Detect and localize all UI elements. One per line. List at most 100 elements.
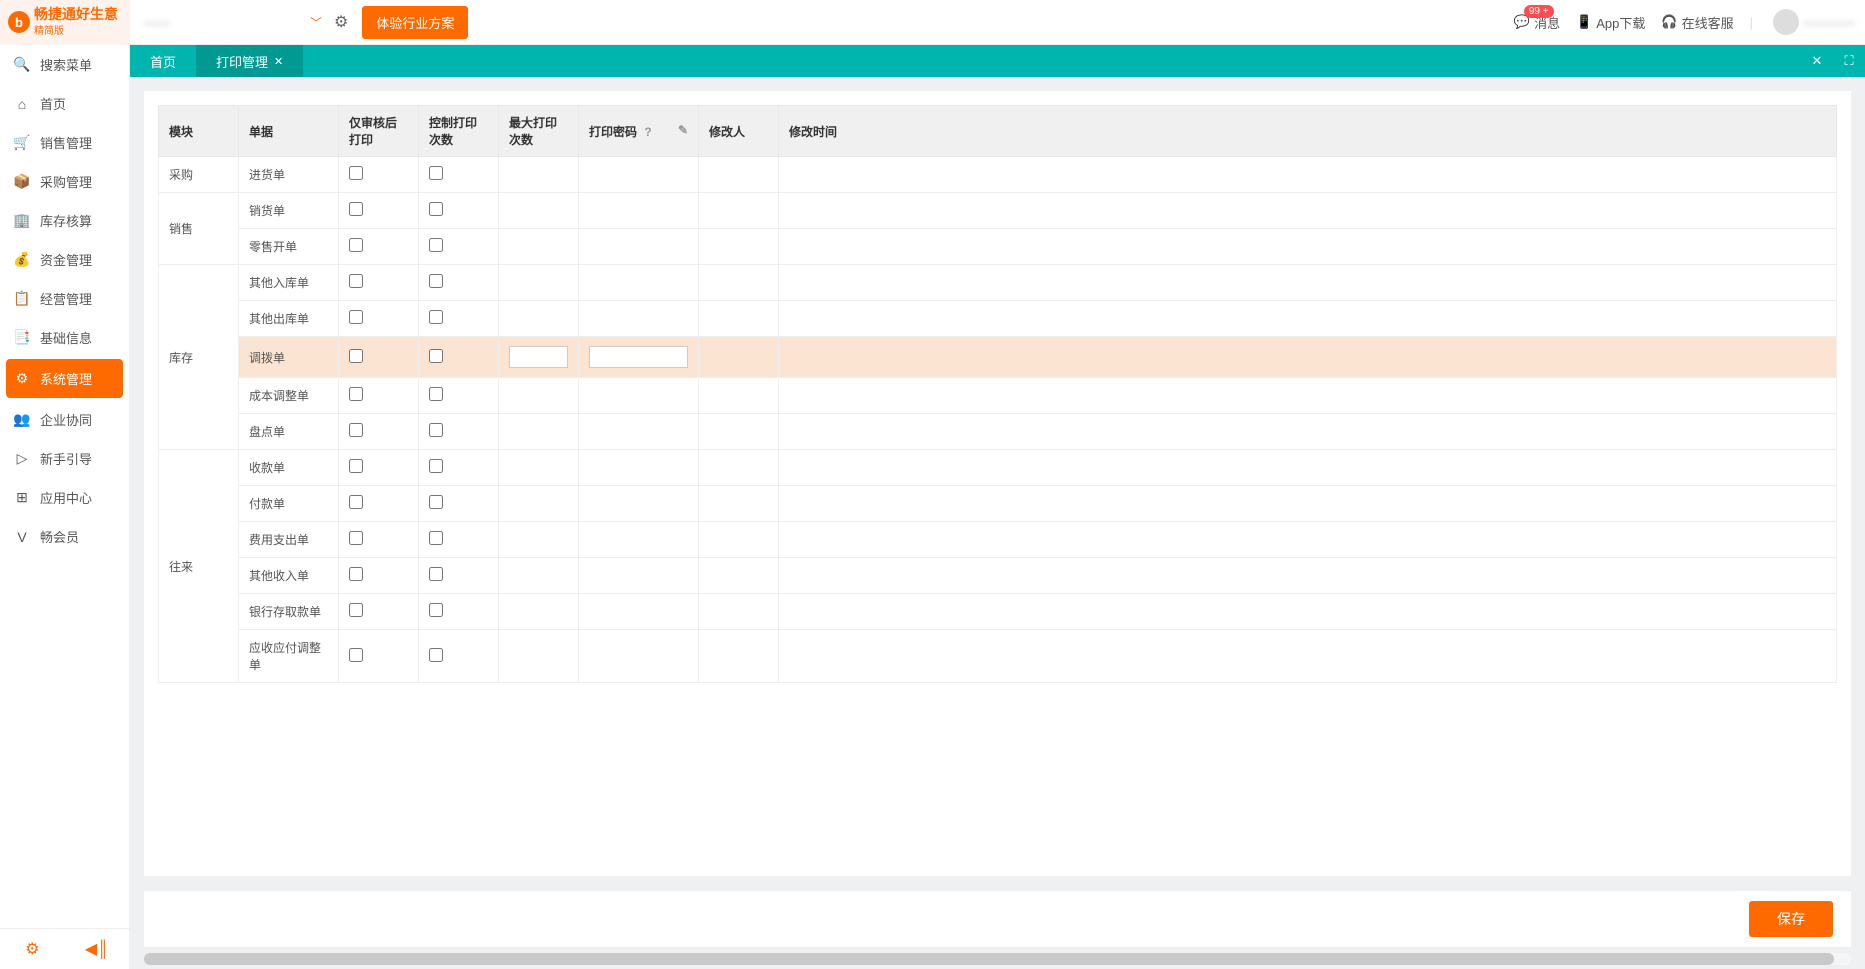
sidebar-item-label: 企业协同 (40, 410, 92, 429)
sidebar-item-10[interactable]: ▷新手引导 (0, 439, 129, 478)
checkbox[interactable] (349, 238, 363, 252)
sidebar-item-11[interactable]: ⊞应用中心 (0, 478, 129, 517)
checkbox[interactable] (429, 387, 443, 401)
collapse-icon[interactable]: ◀║ (65, 929, 130, 969)
checkbox[interactable] (349, 310, 363, 324)
cell-control-count (419, 157, 499, 193)
cell-modifier (699, 594, 779, 630)
cell-max-count (499, 486, 579, 522)
checkbox[interactable] (429, 603, 443, 617)
cell-password (579, 594, 699, 630)
sidebar-item-2[interactable]: 🛒销售管理 (0, 123, 129, 162)
app-download-button[interactable]: 📱 App下载 (1576, 13, 1645, 32)
sidebar-item-4[interactable]: 🏢库存核算 (0, 201, 129, 240)
checkbox[interactable] (349, 166, 363, 180)
cell-max-count (499, 265, 579, 301)
tab-label: 首页 (150, 52, 176, 71)
cell-modifier (699, 157, 779, 193)
sidebar-item-9[interactable]: 👥企业协同 (0, 400, 129, 439)
cell-bill: 成本调整单 (239, 378, 339, 414)
th-bill: 单据 (239, 106, 339, 157)
sidebar-item-label: 系统管理 (40, 369, 92, 388)
tab-1[interactable]: 打印管理 ✕ (196, 45, 303, 77)
cell-audit-only (339, 229, 419, 265)
cell-control-count (419, 522, 499, 558)
checkbox[interactable] (349, 202, 363, 216)
industry-plan-button[interactable]: 体验行业方案 (362, 6, 468, 39)
sidebar-item-3[interactable]: 📦采购管理 (0, 162, 129, 201)
edit-icon[interactable]: ✎ (678, 123, 688, 137)
checkbox[interactable] (349, 387, 363, 401)
table-row: 应收应付调整单 (159, 630, 1837, 683)
checkbox[interactable] (349, 423, 363, 437)
sidebar-item-1[interactable]: ⌂首页 (0, 84, 129, 123)
chevron-down-icon[interactable]: ﹀ (310, 14, 322, 31)
checkbox[interactable] (349, 531, 363, 545)
checkbox[interactable] (429, 166, 443, 180)
sidebar-item-0[interactable]: 🔍搜索菜单 (0, 45, 129, 84)
fullscreen-icon[interactable]: ⛶ (1833, 45, 1865, 77)
main-area: 模块 单据 仅审核后打印 控制打印次数 最大打印次数 打印密码 ? ✎ 修改人 … (130, 77, 1865, 969)
checkbox[interactable] (349, 648, 363, 662)
user-menu[interactable]: ———— (1769, 9, 1855, 35)
checkbox[interactable] (429, 567, 443, 581)
table-row: 销售销货单 (159, 193, 1837, 229)
tab-close-icon[interactable]: ✕ (274, 55, 283, 68)
checkbox[interactable] (429, 423, 443, 437)
checkbox[interactable] (429, 238, 443, 252)
checkbox[interactable] (429, 202, 443, 216)
cell-password (579, 265, 699, 301)
close-all-tabs-icon[interactable]: ✕ (1801, 45, 1833, 77)
user-name-label: ———— (1803, 15, 1855, 30)
table-row: 费用支出单 (159, 522, 1837, 558)
checkbox[interactable] (429, 310, 443, 324)
password-input[interactable] (589, 346, 688, 368)
sidebar-bottom: ⚙ ◀║ (0, 928, 129, 969)
checkbox[interactable] (349, 459, 363, 473)
sidebar-item-label: 经营管理 (40, 289, 92, 308)
checkbox[interactable] (429, 531, 443, 545)
tab-0[interactable]: 首页 (130, 45, 196, 77)
checkbox[interactable] (429, 495, 443, 509)
help-icon[interactable]: ? (644, 125, 651, 139)
checkbox[interactable] (349, 603, 363, 617)
sidebar-item-8[interactable]: ⚙系统管理 (6, 359, 123, 398)
sidebar-icon: ▷ (14, 451, 30, 467)
max-count-input[interactable] (509, 346, 568, 368)
settings-icon[interactable]: ⚙ (0, 929, 65, 969)
checkbox[interactable] (349, 495, 363, 509)
sidebar-item-5[interactable]: 💰资金管理 (0, 240, 129, 279)
tab-label: 打印管理 (216, 52, 268, 71)
cell-password (579, 378, 699, 414)
org-selector-text: —— (144, 15, 170, 30)
save-button[interactable]: 保存 (1749, 901, 1833, 937)
sidebar-item-7[interactable]: 📑基础信息 (0, 318, 129, 357)
checkbox[interactable] (429, 459, 443, 473)
sidebar-icon: 📦 (14, 174, 30, 190)
logo-area[interactable]: b 畅捷通好生意 精简版 (0, 0, 130, 45)
sidebar-item-6[interactable]: 📋 经营管理 (0, 279, 129, 318)
checkbox[interactable] (349, 349, 363, 363)
scrollbar-thumb[interactable] (144, 953, 1834, 965)
sidebar-item-12[interactable]: V畅会员 (0, 517, 129, 556)
checkbox[interactable] (429, 274, 443, 288)
cell-bill: 银行存取款单 (239, 594, 339, 630)
cell-modify-time (779, 450, 1837, 486)
checkbox[interactable] (429, 648, 443, 662)
cell-audit-only (339, 414, 419, 450)
th-audit-only: 仅审核后打印 (339, 106, 419, 157)
cell-max-count (499, 558, 579, 594)
online-service-button[interactable]: 🎧 在线客服 (1661, 13, 1733, 32)
org-selector[interactable]: —— (144, 15, 170, 30)
cell-bill: 费用支出单 (239, 522, 339, 558)
checkbox[interactable] (349, 274, 363, 288)
gear-icon[interactable]: ⚙ (334, 12, 348, 32)
sidebar-icon: 📋 (14, 291, 30, 307)
online-service-label: 在线客服 (1682, 13, 1734, 32)
table-row: 盘点单 (159, 414, 1837, 450)
messages-button[interactable]: 💬 99 + 消息 (1514, 13, 1560, 32)
checkbox[interactable] (429, 349, 443, 363)
cell-password (579, 522, 699, 558)
checkbox[interactable] (349, 567, 363, 581)
horizontal-scrollbar[interactable] (144, 953, 1851, 965)
